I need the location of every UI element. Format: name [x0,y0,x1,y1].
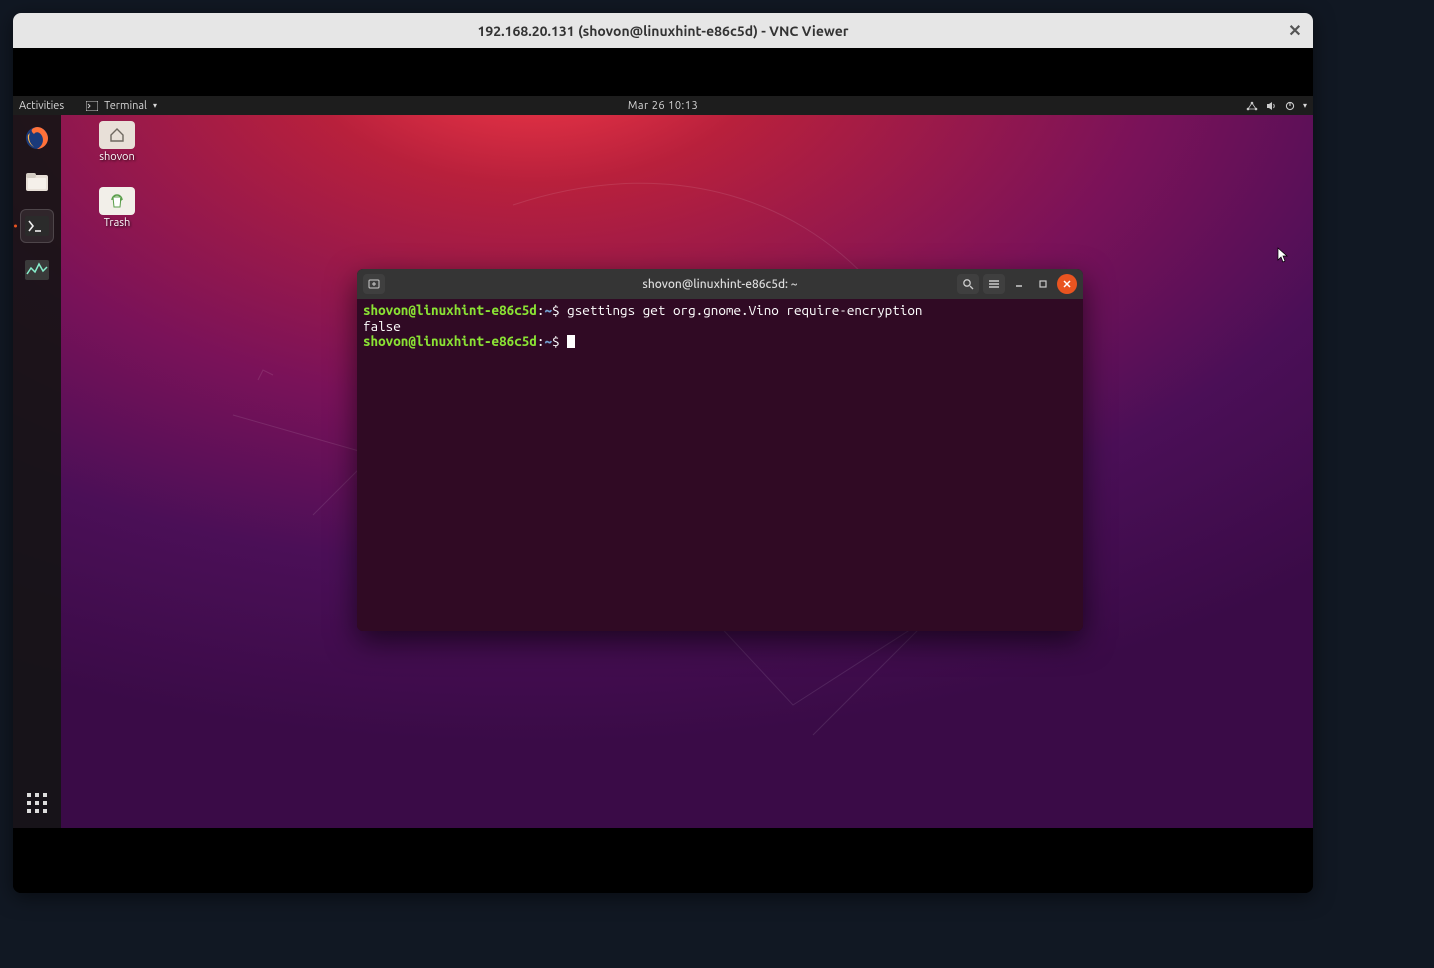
trash-icon [99,187,135,215]
volume-icon[interactable] [1266,101,1277,111]
status-area[interactable]: ▾ [1246,101,1307,111]
terminal-icon [86,101,98,111]
terminal-headerbar[interactable]: shovon@linuxhint-e86c5d: ~ [357,269,1083,299]
minimize-icon [1014,279,1024,289]
chevron-down-icon: ▾ [153,101,157,110]
hamburger-icon [988,279,1000,289]
files-icon [25,171,49,193]
gnome-desktop[interactable]: shovon Trash shovon@linu [13,115,1313,828]
desktop-icon-label: Trash [104,217,131,229]
system-monitor-icon [25,260,49,280]
cursor-pointer-icon [1277,247,1287,261]
chevron-down-icon[interactable]: ▾ [1303,101,1307,110]
ubuntu-dock [13,115,61,828]
desktop-icon-label: shovon [99,151,135,163]
show-applications-button[interactable] [20,786,54,820]
app-menu[interactable]: Terminal ▾ [86,100,157,112]
desktop-home-folder[interactable]: shovon [81,121,153,163]
new-tab-icon [368,279,380,289]
vnc-title-text: 192.168.20.131 (shovon@linuxhint-e86c5d)… [477,23,848,39]
maximize-icon [1038,279,1048,289]
app-menu-label: Terminal [104,100,147,112]
window-minimize-button[interactable] [1009,274,1029,294]
gnome-terminal-window[interactable]: shovon@linuxhint-e86c5d: ~ [357,269,1083,631]
close-icon [1062,279,1072,289]
clock[interactable]: Mar 26 10:13 [628,100,698,112]
window-maximize-button[interactable] [1033,274,1053,294]
vnc-viewer-window: 192.168.20.131 (shovon@linuxhint-e86c5d)… [13,13,1313,893]
terminal-search-button[interactable] [957,274,979,294]
activities-button[interactable]: Activities [19,100,64,112]
gnome-top-bar: Activities Terminal ▾ Mar 26 10:13 [13,96,1313,115]
desktop-icons-area: shovon Trash [81,121,153,229]
desktop-trash[interactable]: Trash [81,187,153,229]
network-icon[interactable] [1246,101,1258,111]
vnc-remote-framebuffer: Activities Terminal ▾ Mar 26 10:13 [13,48,1313,893]
home-folder-icon [99,121,135,149]
terminal-title: shovon@linuxhint-e86c5d: ~ [642,278,797,291]
vnc-titlebar[interactable]: 192.168.20.131 (shovon@linuxhint-e86c5d)… [13,13,1313,48]
dock-firefox[interactable] [20,121,54,155]
terminal-icon [25,216,49,236]
power-icon[interactable] [1285,101,1295,111]
terminal-body[interactable]: shovon@linuxhint-e86c5d:~$ gsettings get… [357,299,1083,631]
dock-files[interactable] [20,165,54,199]
terminal-menu-button[interactable] [983,274,1005,294]
dock-system-monitor[interactable] [20,253,54,287]
search-icon [962,278,974,290]
window-close-button[interactable] [1057,274,1077,294]
dock-terminal[interactable] [20,209,54,243]
close-icon[interactable]: ✕ [1287,23,1303,39]
firefox-icon [24,125,50,151]
new-tab-button[interactable] [363,274,385,294]
